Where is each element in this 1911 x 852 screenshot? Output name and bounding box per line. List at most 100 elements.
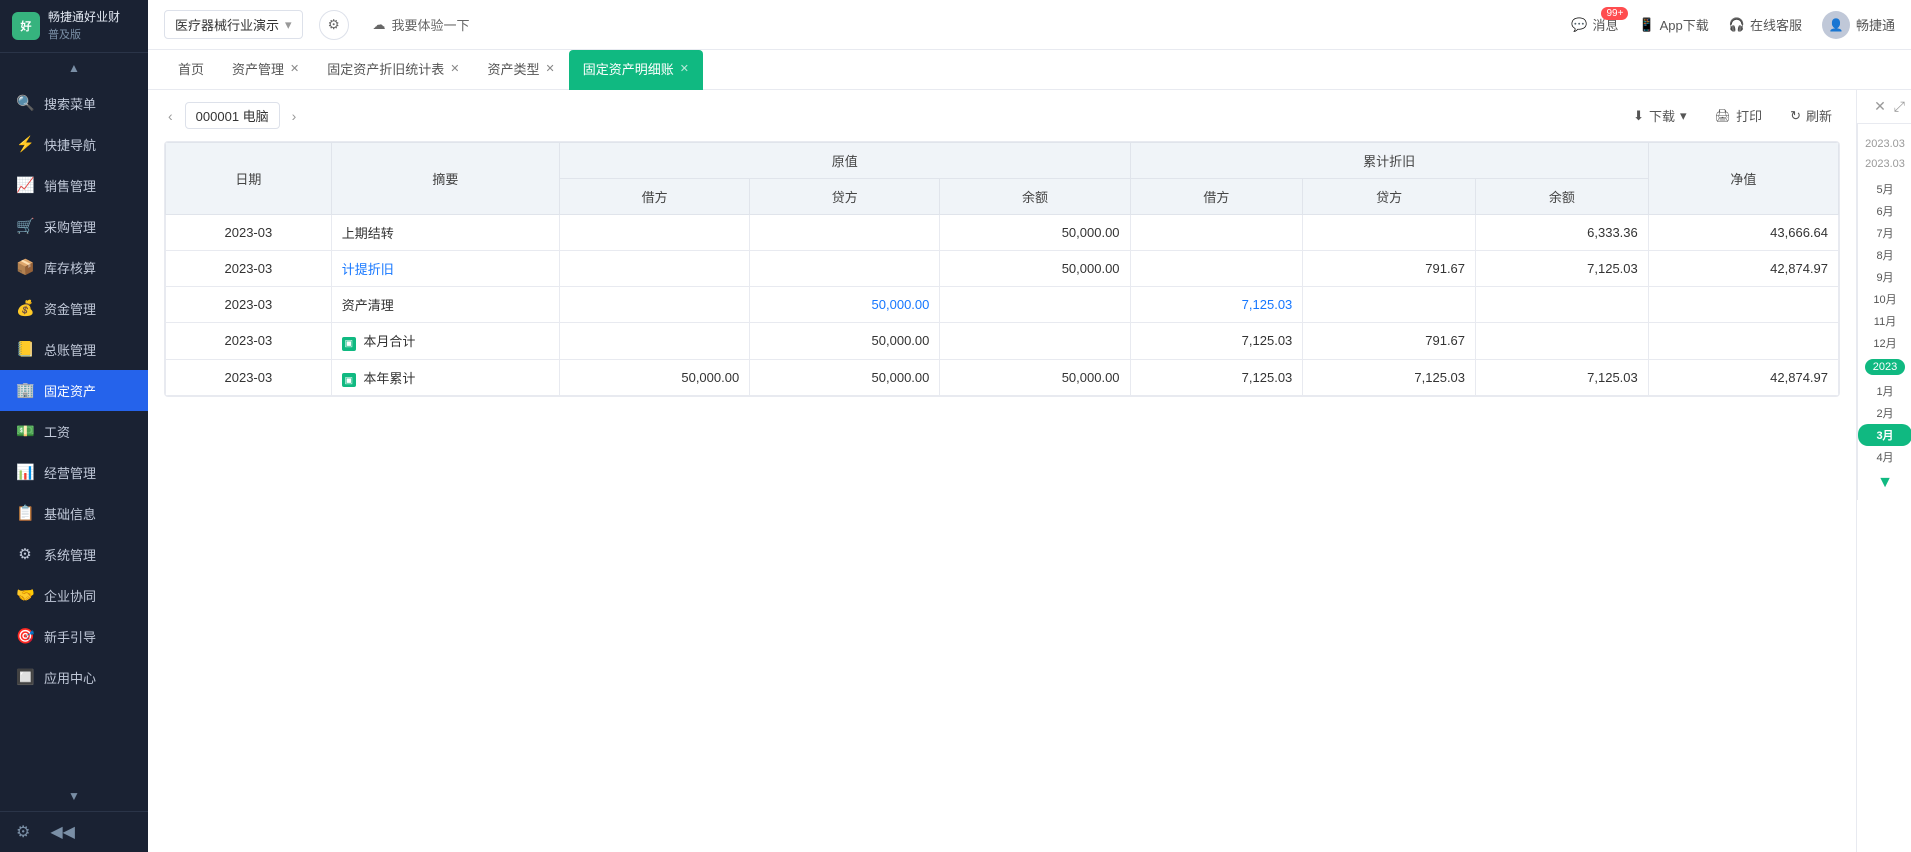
cell-credit-accum: 791.67 bbox=[1303, 251, 1476, 287]
panel-controls: ✕ ⤢ bbox=[1857, 90, 1911, 124]
timeline-month-11[interactable]: 11月 bbox=[1858, 310, 1911, 332]
sidebar-item-ledger[interactable]: 📒 总账管理 bbox=[0, 329, 148, 370]
timeline-year-entry[interactable]: 2023.03 bbox=[1865, 154, 1905, 174]
cell-desc: 上期结转 bbox=[331, 215, 559, 251]
tab-asset-type[interactable]: 资产类型 ✕ bbox=[473, 50, 568, 90]
sidebar-item-payroll[interactable]: 💵 工资 bbox=[0, 411, 148, 452]
sidebar-item-fixed-assets[interactable]: 🏢 固定资产 bbox=[0, 370, 148, 411]
asset-code: 000001 电脑 bbox=[196, 109, 269, 124]
sidebar-item-label: 基础信息 bbox=[44, 504, 96, 523]
cloud-icon: ☁ bbox=[373, 17, 386, 33]
sidebar-item-quick-nav[interactable]: ⚡ 快捷导航 bbox=[0, 124, 148, 165]
sidebar-item-enterprise[interactable]: 🤝 企业协同 bbox=[0, 575, 148, 616]
refresh-btn[interactable]: ↻ 刷新 bbox=[1782, 102, 1840, 129]
cell-desc: ▣ 本月合计 bbox=[331, 323, 559, 360]
sidebar-item-app-center[interactable]: 🔲 应用中心 bbox=[0, 657, 148, 698]
desc-text: 本年累计 bbox=[363, 371, 415, 386]
next-asset-btn[interactable]: › bbox=[288, 106, 301, 126]
main-area: 医疗器械行业演示 ▾ ⚙ ☁ 我要体验一下 💬 消息 99+ 📱 App下载 🎧… bbox=[148, 0, 1911, 852]
cell-net-value: 43,666.64 bbox=[1648, 215, 1838, 251]
close-icon[interactable]: ✕ bbox=[546, 62, 555, 75]
timeline-month-5[interactable]: 5月 bbox=[1858, 178, 1911, 200]
settings-button[interactable]: ⚙ bbox=[319, 10, 349, 40]
cell-date: 2023-03 bbox=[166, 287, 332, 323]
user-info[interactable]: 👤 畅捷通 bbox=[1822, 11, 1895, 39]
close-icon[interactable]: ✕ bbox=[450, 62, 459, 75]
timeline-current-year[interactable]: 2023 bbox=[1865, 359, 1905, 375]
table-row: 2023-03 计提折旧 50,000.00 791.67 7,125.03 4… bbox=[166, 251, 1839, 287]
asset-code-badge: 000001 电脑 bbox=[185, 102, 280, 129]
service-action[interactable]: 🎧 在线客服 bbox=[1729, 15, 1802, 34]
sidebar-title: 畅捷通好业财 bbox=[48, 10, 120, 26]
cell-debit-accum: 7,125.03 bbox=[1130, 287, 1303, 323]
timeline-month-9[interactable]: 9月 bbox=[1858, 266, 1911, 288]
prev-asset-btn[interactable]: ‹ bbox=[164, 106, 177, 126]
sidebar-item-label: 总账管理 bbox=[44, 340, 96, 359]
sidebar-scroll-up[interactable]: ▲ bbox=[0, 53, 148, 83]
cell-debit-orig bbox=[560, 323, 750, 360]
tab-label: 资产管理 bbox=[232, 59, 284, 78]
timeline-month-2[interactable]: 2月 bbox=[1858, 402, 1911, 424]
tab-home[interactable]: 首页 bbox=[164, 50, 218, 90]
close-icon[interactable]: ✕ bbox=[680, 62, 689, 75]
timeline-month-1[interactable]: 1月 bbox=[1858, 380, 1911, 402]
sidebar: 好 畅捷通好业财 普及版 ▲ 🔍 搜索菜单 ⚡ 快捷导航 📈 销售管理 🛒 采购… bbox=[0, 0, 148, 852]
tab-asset-mgmt[interactable]: 资产管理 ✕ bbox=[218, 50, 313, 90]
cell-credit-orig bbox=[750, 251, 940, 287]
cell-debit-orig: 50,000.00 bbox=[560, 359, 750, 396]
timeline-month-6[interactable]: 6月 bbox=[1858, 200, 1911, 222]
app-center-icon: 🔲 bbox=[16, 668, 34, 686]
sidebar-item-sales[interactable]: 📈 销售管理 bbox=[0, 165, 148, 206]
timeline-month-3[interactable]: 3月 bbox=[1858, 424, 1911, 446]
timeline-month-7[interactable]: 7月 bbox=[1858, 222, 1911, 244]
timeline-month-8[interactable]: 8月 bbox=[1858, 244, 1911, 266]
desc-link[interactable]: 计提折旧 bbox=[342, 262, 394, 277]
sidebar-item-basic-info[interactable]: 📋 基础信息 bbox=[0, 493, 148, 534]
tab-asset-detail[interactable]: 固定资产明细账 ✕ bbox=[569, 50, 703, 90]
download-action[interactable]: 📱 App下载 bbox=[1638, 15, 1708, 34]
th-balance-accum: 余额 bbox=[1476, 179, 1649, 215]
timeline-month-10[interactable]: 10月 bbox=[1858, 288, 1911, 310]
experience-button[interactable]: ☁ 我要体验一下 bbox=[365, 11, 478, 38]
data-table-wrapper: 日期 摘要 原值 累计折旧 净值 借方 贷方 余额 借方 贷方 余额 bbox=[164, 141, 1840, 397]
sidebar-item-search[interactable]: 🔍 搜索菜单 bbox=[0, 83, 148, 124]
close-panel-btn[interactable]: ✕ bbox=[1872, 96, 1888, 117]
clipboard-icon: 📋 bbox=[16, 504, 34, 522]
scroll-down-btn[interactable]: ▼ bbox=[0, 785, 148, 807]
sidebar-item-inventory[interactable]: 📦 库存核算 bbox=[0, 247, 148, 288]
sidebar-scroll-down[interactable]: ▼ bbox=[0, 781, 148, 811]
messages-action[interactable]: 💬 消息 99+ bbox=[1571, 15, 1618, 34]
sidebar-collapse-btn[interactable]: ◀◀ bbox=[50, 822, 75, 842]
experience-label: 我要体验一下 bbox=[392, 15, 470, 34]
timeline-down-icon[interactable]: ▼ bbox=[1877, 474, 1893, 492]
print-btn[interactable]: 🖨 打印 bbox=[1707, 102, 1771, 129]
chevron-down-icon: ▾ bbox=[1680, 108, 1687, 124]
sidebar-item-guide[interactable]: 🎯 新手引导 bbox=[0, 616, 148, 657]
sidebar-settings-btn[interactable]: ⚙ bbox=[16, 822, 30, 842]
refresh-icon: ↻ bbox=[1790, 108, 1801, 124]
tab-label: 固定资产折旧统计表 bbox=[327, 59, 444, 78]
sidebar-item-operations[interactable]: 📊 经营管理 bbox=[0, 452, 148, 493]
sidebar-item-purchase[interactable]: 🛒 采购管理 bbox=[0, 206, 148, 247]
table-row: 2023-03 资产清理 50,000.00 7,125.03 bbox=[166, 287, 1839, 323]
sidebar-item-label: 工资 bbox=[44, 422, 70, 441]
timeline-months-after: 1月 2月 3月 4月 bbox=[1858, 378, 1911, 470]
tab-depreciation-table[interactable]: 固定资产折旧统计表 ✕ bbox=[313, 50, 473, 90]
cell-balance-orig bbox=[940, 287, 1130, 323]
sidebar-item-label: 搜索菜单 bbox=[44, 94, 96, 113]
company-selector[interactable]: 医疗器械行业演示 ▾ bbox=[164, 10, 303, 39]
timeline-year-entry[interactable]: 2023.03 bbox=[1865, 134, 1905, 154]
timeline-month-12[interactable]: 12月 bbox=[1858, 332, 1911, 354]
sidebar-item-label: 经营管理 bbox=[44, 463, 96, 482]
scroll-up-btn[interactable]: ▲ bbox=[0, 57, 148, 79]
sidebar-item-capital[interactable]: 💰 资金管理 bbox=[0, 288, 148, 329]
sidebar-item-system[interactable]: ⚙ 系统管理 bbox=[0, 534, 148, 575]
close-icon[interactable]: ✕ bbox=[290, 62, 299, 75]
tab-label: 资产类型 bbox=[487, 59, 539, 78]
cell-desc[interactable]: 计提折旧 bbox=[331, 251, 559, 287]
timeline-month-4[interactable]: 4月 bbox=[1858, 446, 1911, 468]
download-btn[interactable]: ⬇ 下载 ▾ bbox=[1625, 102, 1694, 129]
avatar: 👤 bbox=[1822, 11, 1850, 39]
sidebar-item-label: 库存核算 bbox=[44, 258, 96, 277]
expand-panel-btn[interactable]: ⤢ bbox=[1892, 96, 1907, 117]
